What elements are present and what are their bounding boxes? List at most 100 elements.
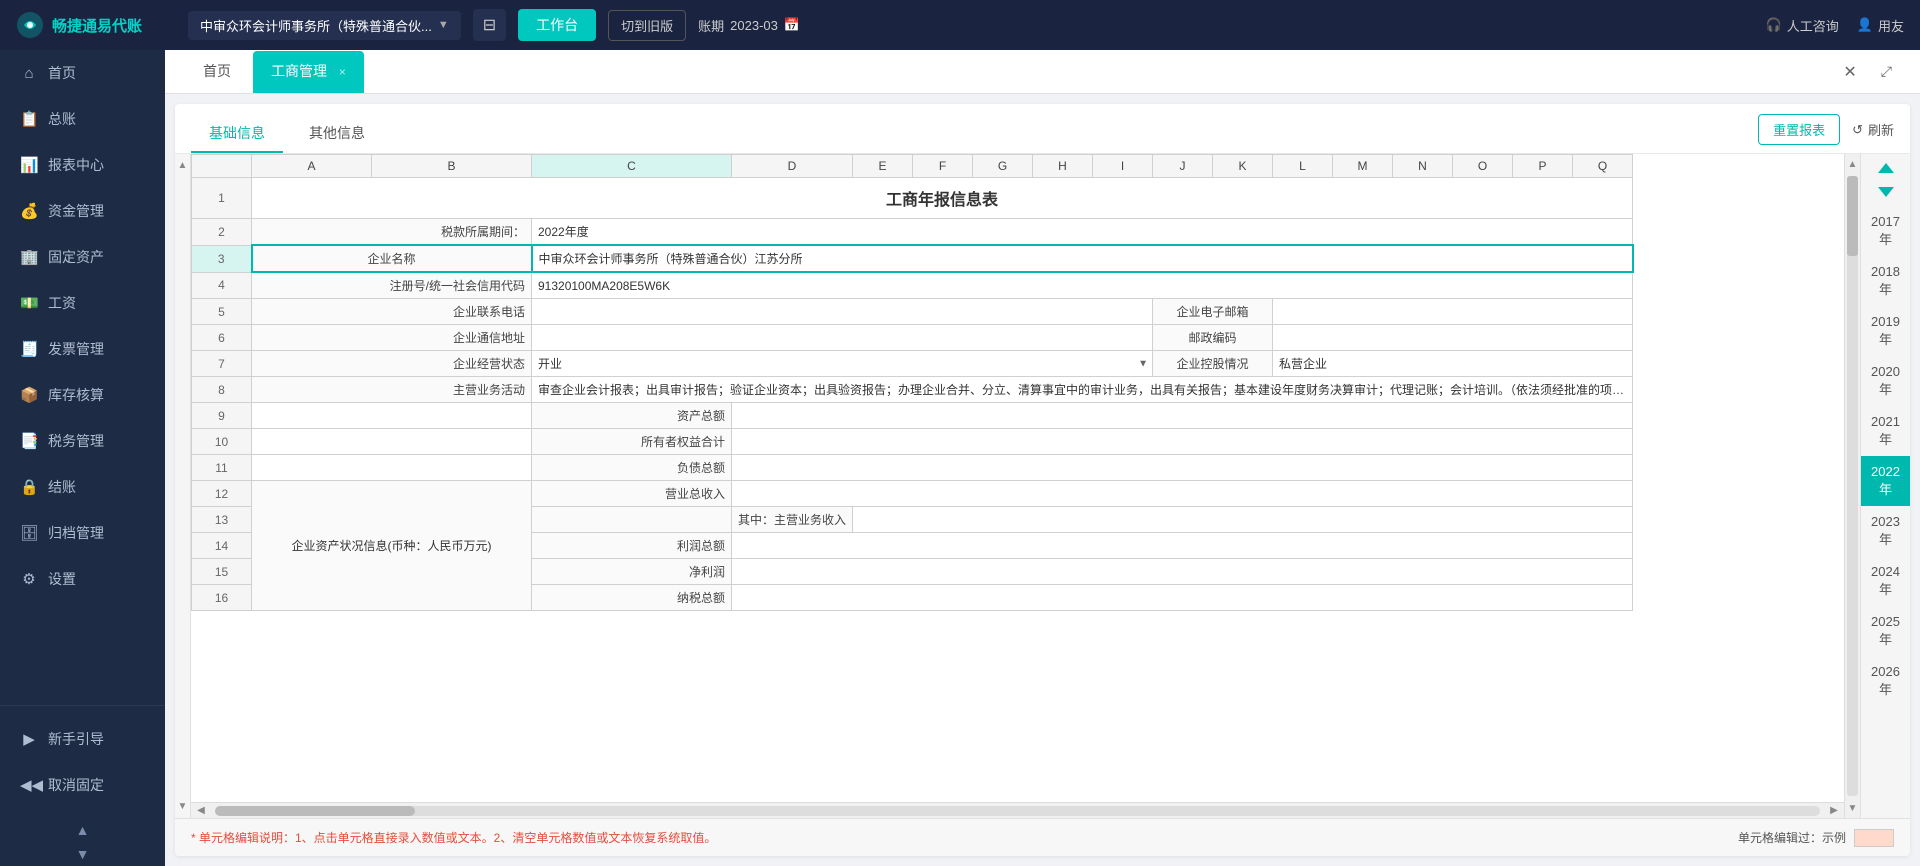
v-scroll-down-arrow[interactable]: ▼: [178, 801, 188, 812]
workbench-button[interactable]: 工作台: [518, 9, 596, 41]
year-2022[interactable]: 2022年: [1861, 456, 1910, 506]
col-header-i[interactable]: I: [1093, 155, 1153, 178]
col-header-h[interactable]: H: [1033, 155, 1093, 178]
switch-old-version-button[interactable]: 切到旧版: [608, 10, 686, 41]
sidebar-item-ledger[interactable]: 📋 总账: [0, 96, 165, 142]
v-scroll-up-btn[interactable]: ▲: [1845, 154, 1860, 174]
profit-value-cell[interactable]: [732, 533, 1633, 559]
refresh-button[interactable]: ↺ 刷新: [1852, 120, 1894, 139]
tab-home[interactable]: 首页: [185, 51, 249, 93]
col-header-g[interactable]: G: [973, 155, 1033, 178]
year-2025[interactable]: 2025年: [1861, 606, 1910, 656]
v-scroll-down-btn[interactable]: ▼: [1845, 798, 1860, 818]
h-scroll-thumb[interactable]: [215, 806, 415, 816]
col-header-l[interactable]: L: [1273, 155, 1333, 178]
sidebar-scroll-down[interactable]: ▼: [76, 846, 90, 862]
spreadsheet-container[interactable]: A B C D E F G H I J: [191, 154, 1844, 802]
col-header-c[interactable]: C: [532, 155, 732, 178]
address-value-cell[interactable]: [532, 325, 1153, 351]
tax-total-label-cell: 纳税总额: [532, 585, 732, 611]
h-scroll-left-btn[interactable]: ◀: [191, 805, 211, 816]
tab-close-icon[interactable]: ×: [339, 65, 346, 79]
col-header-o[interactable]: O: [1453, 155, 1513, 178]
holding-value-cell[interactable]: 私营企业: [1273, 351, 1633, 377]
col-header-q[interactable]: Q: [1573, 155, 1633, 178]
year-2019[interactable]: 2019年: [1861, 306, 1910, 356]
unpin-icon: ◀◀: [20, 776, 38, 794]
reg-value-cell[interactable]: 91320100MA208E5W6K: [532, 272, 1633, 299]
col-header-e[interactable]: E: [853, 155, 913, 178]
year-2023[interactable]: 2023年: [1861, 506, 1910, 556]
sidebar-item-close[interactable]: 🔒 结账: [0, 464, 165, 510]
cell-edit-label: 单元格编辑过：示例: [1738, 829, 1846, 846]
panel-close-icon[interactable]: ✕: [1835, 58, 1864, 86]
biz-status-value-cell[interactable]: 开业 ▼: [532, 351, 1153, 377]
postcode-value-cell[interactable]: [1273, 325, 1633, 351]
col-header-b[interactable]: B: [372, 155, 532, 178]
col-header-k[interactable]: K: [1213, 155, 1273, 178]
net-profit-value-cell[interactable]: [732, 559, 1633, 585]
col-header-p[interactable]: P: [1513, 155, 1573, 178]
year-2021[interactable]: 2021年: [1861, 406, 1910, 456]
phone-value-cell[interactable]: [532, 299, 1153, 325]
email-value-cell[interactable]: [1273, 299, 1633, 325]
year-expand-up-icon[interactable]: [1869, 158, 1903, 180]
asset-total-value[interactable]: [732, 403, 1633, 429]
col-header-j[interactable]: J: [1153, 155, 1213, 178]
h-scrollbar[interactable]: ◀ ▶: [191, 802, 1844, 818]
year-2026[interactable]: 2026年: [1861, 656, 1910, 706]
sub-tab-other[interactable]: 其他信息: [291, 115, 383, 153]
email-label-cell: 企业电子邮箱: [1153, 299, 1273, 325]
row-num-1: 1: [192, 178, 252, 219]
sidebar-scroll-up[interactable]: ▲: [76, 822, 90, 838]
sidebar-item-unpin[interactable]: ◀◀ 取消固定: [0, 762, 165, 808]
sidebar-item-assets[interactable]: 🏢 固定资产: [0, 234, 165, 280]
sidebar-item-reports[interactable]: 📊 报表中心: [0, 142, 165, 188]
title-cell[interactable]: 工商年报信息表: [252, 178, 1633, 219]
sub-tab-basic[interactable]: 基础信息: [191, 115, 283, 153]
panel-expand-icon[interactable]: ⤢: [1873, 59, 1900, 84]
tax-total-value-cell[interactable]: [732, 585, 1633, 611]
sidebar-item-invoice[interactable]: 🧾 发票管理: [0, 326, 165, 372]
h-scroll-right-btn[interactable]: ▶: [1824, 805, 1844, 816]
user-menu[interactable]: 👤 用友: [1857, 16, 1904, 35]
v-scroll-thumb[interactable]: [1847, 176, 1858, 256]
sidebar-item-settings[interactable]: ⚙ 设置: [0, 556, 165, 602]
col-header-n[interactable]: N: [1393, 155, 1453, 178]
sidebar-item-archive[interactable]: 🗄 归档管理: [0, 510, 165, 556]
year-2018[interactable]: 2018年: [1861, 256, 1910, 306]
year-2020[interactable]: 2020年: [1861, 356, 1910, 406]
v-scroll-up-arrow[interactable]: ▲: [178, 160, 188, 171]
company-value-cell[interactable]: 中审众环会计师事务所（特殊普通合伙）江苏分所: [532, 245, 1633, 272]
sidebar-item-finance[interactable]: 💰 资金管理: [0, 188, 165, 234]
year-2017[interactable]: 2017年: [1861, 206, 1910, 256]
reports-icon: 📊: [20, 156, 38, 174]
settings-icon: ⚙: [20, 570, 38, 588]
sidebar-item-home[interactable]: ⌂ 首页: [0, 50, 165, 96]
sidebar-item-tax[interactable]: 📑 税务管理: [0, 418, 165, 464]
main-revenue-value[interactable]: [853, 507, 1633, 533]
period-value-cell[interactable]: 2022年度: [532, 219, 1633, 246]
reset-report-button[interactable]: 重置报表: [1758, 114, 1840, 145]
equity-value-cell[interactable]: [732, 429, 1633, 455]
year-2024[interactable]: 2024年: [1861, 556, 1910, 606]
revenue-value-cell[interactable]: [732, 481, 1633, 507]
tab-business-admin[interactable]: 工商管理 ×: [253, 51, 364, 93]
v-scrollbar[interactable]: ▲ ▼: [1844, 154, 1860, 818]
liability-value-cell[interactable]: [732, 455, 1633, 481]
sidebar-item-inventory[interactable]: 📦 库存核算: [0, 372, 165, 418]
company-selector[interactable]: 中审众环会计师事务所（特殊普通合伙... ▼: [188, 11, 461, 40]
company-icon-button[interactable]: ⊟: [473, 9, 506, 41]
col-header-a[interactable]: A: [252, 155, 372, 178]
sidebar-item-newbie[interactable]: ▶ 新手引导: [0, 716, 165, 762]
biz-activity-label-cell: 主营业务活动: [252, 377, 532, 403]
col-header-f[interactable]: F: [913, 155, 973, 178]
sidebar-item-salary[interactable]: 💵 工资: [0, 280, 165, 326]
service-button[interactable]: 🎧 人工咨询: [1766, 16, 1839, 35]
biz-activity-value-cell[interactable]: 审查企业会计报表；出具审计报告；验证企业资本；出具验资报告；办理企业合并、分立、…: [532, 377, 1633, 403]
year-collapse-icon[interactable]: [1869, 180, 1903, 202]
col-header-m[interactable]: M: [1333, 155, 1393, 178]
col-header-d[interactable]: D: [732, 155, 853, 178]
spreadsheet-table: A B C D E F G H I J: [191, 154, 1634, 611]
calendar-icon[interactable]: 📅: [784, 17, 800, 33]
